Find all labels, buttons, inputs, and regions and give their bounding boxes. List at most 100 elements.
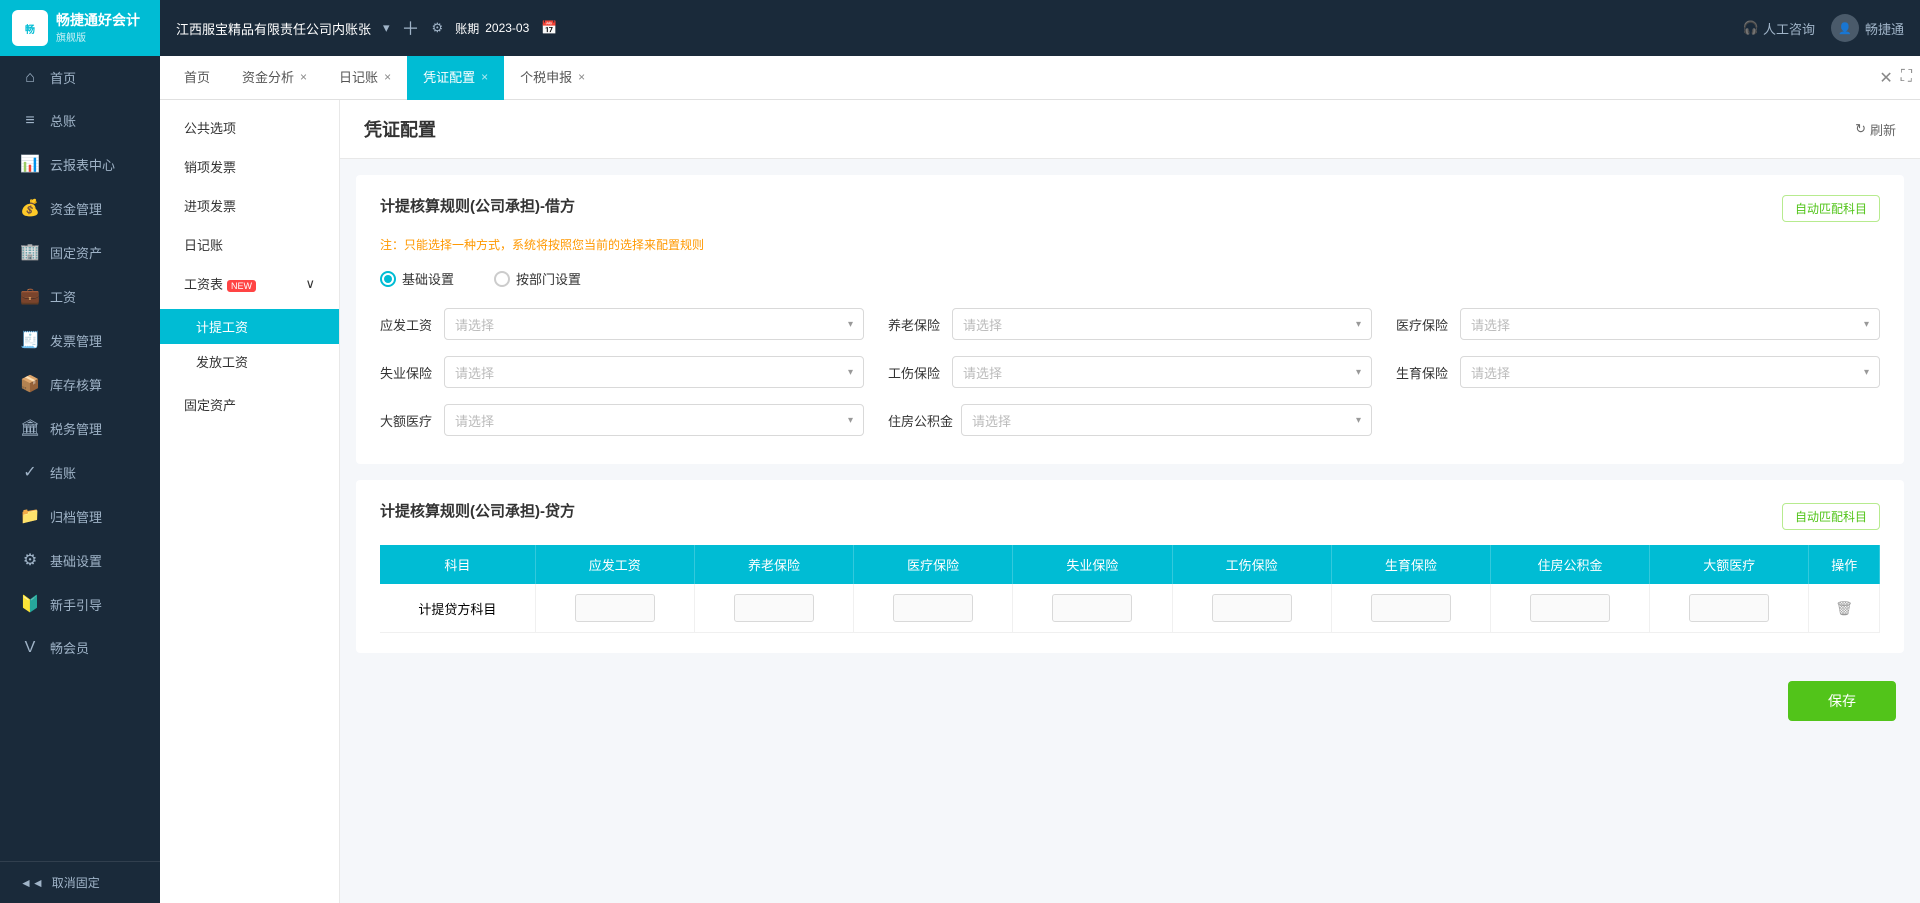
sidebar-item-salary[interactable]: 💼 工资 bbox=[0, 274, 160, 318]
left-menu-pay-salary[interactable]: 发放工资 bbox=[160, 344, 339, 379]
col-sybx2: 生育保险 bbox=[1331, 545, 1490, 584]
select-gsbx[interactable]: 请选择 ▾ bbox=[952, 356, 1372, 388]
guide-icon: 🔰 bbox=[20, 594, 40, 614]
inventory-icon: 📦 bbox=[20, 374, 40, 394]
sidebar-item-capital[interactable]: 💰 资金管理 bbox=[0, 186, 160, 230]
tab-tax-close[interactable]: × bbox=[578, 70, 585, 84]
chevron-down-icon: ▾ bbox=[848, 415, 853, 426]
refresh-button[interactable]: ↻ 刷新 bbox=[1855, 120, 1896, 139]
select-yfgz[interactable]: 请选择 ▾ bbox=[444, 308, 864, 340]
credit-auto-match-button[interactable]: 自动匹配科目 bbox=[1782, 503, 1880, 530]
col-action: 操作 bbox=[1809, 545, 1880, 584]
radio-dept[interactable]: 按部门设置 bbox=[494, 269, 581, 288]
left-menu-calc-salary[interactable]: 计提工资 bbox=[160, 309, 339, 344]
credit-table-header-row: 科目 应发工资 养老保险 医疗保险 失业保险 工伤保险 生育保险 住房公积金 大… bbox=[380, 545, 1880, 584]
service-button[interactable]: 🎧 人工咨询 bbox=[1743, 19, 1815, 38]
select-sybx2-placeholder: 请选择 bbox=[1471, 363, 1510, 382]
tab-tax[interactable]: 个税申报 × bbox=[504, 56, 601, 100]
sidebar-item-label: 归档管理 bbox=[50, 507, 102, 526]
page-header: 凭证配置 ↻ 刷新 bbox=[340, 100, 1920, 159]
label-yfgz: 应发工资 bbox=[380, 315, 436, 334]
settings-gear-icon[interactable]: ⚙ bbox=[432, 20, 444, 36]
input-gsbx[interactable] bbox=[1212, 594, 1292, 622]
logo-sub: 旗舰版 bbox=[56, 29, 140, 44]
chevron-down-icon: ▾ bbox=[848, 367, 853, 378]
expand-icon[interactable]: ⛶ bbox=[1901, 68, 1912, 88]
sidebar-item-vip[interactable]: V 畅会员 bbox=[0, 626, 160, 669]
sidebar-item-settings[interactable]: ⚙ 基础设置 bbox=[0, 538, 160, 582]
tab-journal[interactable]: 日记账 × bbox=[323, 56, 407, 100]
sidebar-item-label: 工资 bbox=[50, 287, 76, 306]
cell-sybx2 bbox=[1331, 584, 1490, 633]
sidebar-item-reports[interactable]: 📊 云报表中心 bbox=[0, 142, 160, 186]
left-menu-journal[interactable]: 日记账 bbox=[160, 225, 339, 264]
select-sybx2[interactable]: 请选择 ▾ bbox=[1460, 356, 1880, 388]
select-sybx[interactable]: 请选择 ▾ bbox=[444, 356, 864, 388]
sidebar-item-guide[interactable]: 🔰 新手引导 bbox=[0, 582, 160, 626]
sidebar-item-checkout[interactable]: ✓ 结账 bbox=[0, 450, 160, 494]
input-dely[interactable] bbox=[1689, 594, 1769, 622]
left-menu-fixed-assets[interactable]: 固定资产 bbox=[160, 385, 339, 424]
select-yfgz-placeholder: 请选择 bbox=[455, 315, 494, 334]
left-menu-salary-group[interactable]: 工资表NEW ∨ bbox=[160, 264, 339, 303]
sidebar-item-archive[interactable]: 📁 归档管理 bbox=[0, 494, 160, 538]
add-company-button[interactable]: ＋ bbox=[402, 15, 420, 41]
sidebar-item-label: 新手引导 bbox=[50, 595, 102, 614]
sidebar-item-invoice[interactable]: 🧾 发票管理 bbox=[0, 318, 160, 362]
sidebar-item-tax[interactable]: 🏛 税务管理 bbox=[0, 406, 160, 450]
left-menu-sales[interactable]: 销项发票 bbox=[160, 147, 339, 186]
radio-basic[interactable]: 基础设置 bbox=[380, 269, 454, 288]
tab-capital-close[interactable]: × bbox=[300, 70, 307, 84]
save-button[interactable]: 保存 bbox=[1788, 681, 1896, 721]
calendar-icon[interactable]: 📅 bbox=[541, 20, 557, 36]
radio-basic-circle bbox=[380, 271, 396, 287]
select-dely-placeholder: 请选择 bbox=[455, 411, 494, 430]
user-menu[interactable]: 👤 畅捷通 bbox=[1831, 14, 1904, 42]
select-dely[interactable]: 请选择 ▾ bbox=[444, 404, 864, 436]
tab-home[interactable]: 首页 bbox=[168, 56, 226, 100]
debit-notice: 注：只能选择一种方式，系统将按照您当前的选择来配置规则 bbox=[380, 236, 1880, 253]
tab-capital-label: 资金分析 bbox=[242, 67, 294, 86]
sidebar: 畅 畅捷通好会计 旗舰版 ⌂ 首页 ≡ 总账 📊 云报表中心 💰 资金管理 🏢 … bbox=[0, 0, 160, 903]
cancel-fixed-button[interactable]: ◄◄ 取消固定 bbox=[0, 861, 160, 903]
topbar-right: 🎧 人工咨询 👤 畅捷通 bbox=[1743, 14, 1904, 42]
sidebar-item-home[interactable]: ⌂ 首页 bbox=[0, 56, 160, 99]
input-ylbx[interactable] bbox=[734, 594, 814, 622]
tab-voucher-close[interactable]: × bbox=[481, 70, 488, 84]
company-dropdown-icon[interactable]: ▾ bbox=[383, 20, 390, 36]
field-sybx2: 生育保险 请选择 ▾ bbox=[1396, 356, 1880, 388]
debit-auto-match-button[interactable]: 自动匹配科目 bbox=[1782, 195, 1880, 222]
salary-icon: 💼 bbox=[20, 286, 40, 306]
delete-row-icon[interactable]: 🗑 bbox=[1835, 600, 1853, 616]
select-ylbx2[interactable]: 请选择 ▾ bbox=[1460, 308, 1880, 340]
input-ylbx2[interactable] bbox=[893, 594, 973, 622]
left-menu-public[interactable]: 公共选项 bbox=[160, 108, 339, 147]
tab-journal-close[interactable]: × bbox=[384, 70, 391, 84]
tab-voucher[interactable]: 凭证配置 × bbox=[407, 56, 504, 100]
input-yfgz[interactable] bbox=[575, 594, 655, 622]
sidebar-item-inventory[interactable]: 📦 库存核算 bbox=[0, 362, 160, 406]
select-ylbx[interactable]: 请选择 ▾ bbox=[952, 308, 1372, 340]
select-ylbx2-placeholder: 请选择 bbox=[1471, 315, 1510, 334]
sidebar-item-fixed[interactable]: 🏢 固定资产 bbox=[0, 230, 160, 274]
capital-icon: 💰 bbox=[20, 198, 40, 218]
sidebar-item-ledger[interactable]: ≡ 总账 bbox=[0, 99, 160, 142]
new-badge: NEW bbox=[227, 280, 256, 292]
input-sybx[interactable] bbox=[1052, 594, 1132, 622]
left-menu-purchase[interactable]: 进项发票 bbox=[160, 186, 339, 225]
select-zfgjj[interactable]: 请选择 ▾ bbox=[961, 404, 1372, 436]
cell-zfgjj bbox=[1490, 584, 1649, 633]
input-zfgjj[interactable] bbox=[1530, 594, 1610, 622]
sidebar-item-label: 固定资产 bbox=[50, 243, 102, 262]
input-sybx2[interactable] bbox=[1371, 594, 1451, 622]
sidebar-nav: ⌂ 首页 ≡ 总账 📊 云报表中心 💰 资金管理 🏢 固定资产 💼 工资 🧾 发… bbox=[0, 56, 160, 861]
avatar: 👤 bbox=[1831, 14, 1859, 42]
logo-icon: 畅 bbox=[12, 10, 48, 46]
col-ylbx: 养老保险 bbox=[694, 545, 853, 584]
main-area: 江西服宝精品有限责任公司内账张 ▾ ＋ ⚙ 账期 2023-03 📅 🎧 人工咨… bbox=[160, 0, 1920, 903]
close-all-icon[interactable]: ✕ bbox=[1879, 68, 1892, 88]
sidebar-item-label: 首页 bbox=[50, 68, 76, 87]
company-name: 江西服宝精品有限责任公司内账张 bbox=[176, 19, 371, 38]
tab-capital[interactable]: 资金分析 × bbox=[226, 56, 323, 100]
radio-group: 基础设置 按部门设置 bbox=[380, 269, 1880, 288]
